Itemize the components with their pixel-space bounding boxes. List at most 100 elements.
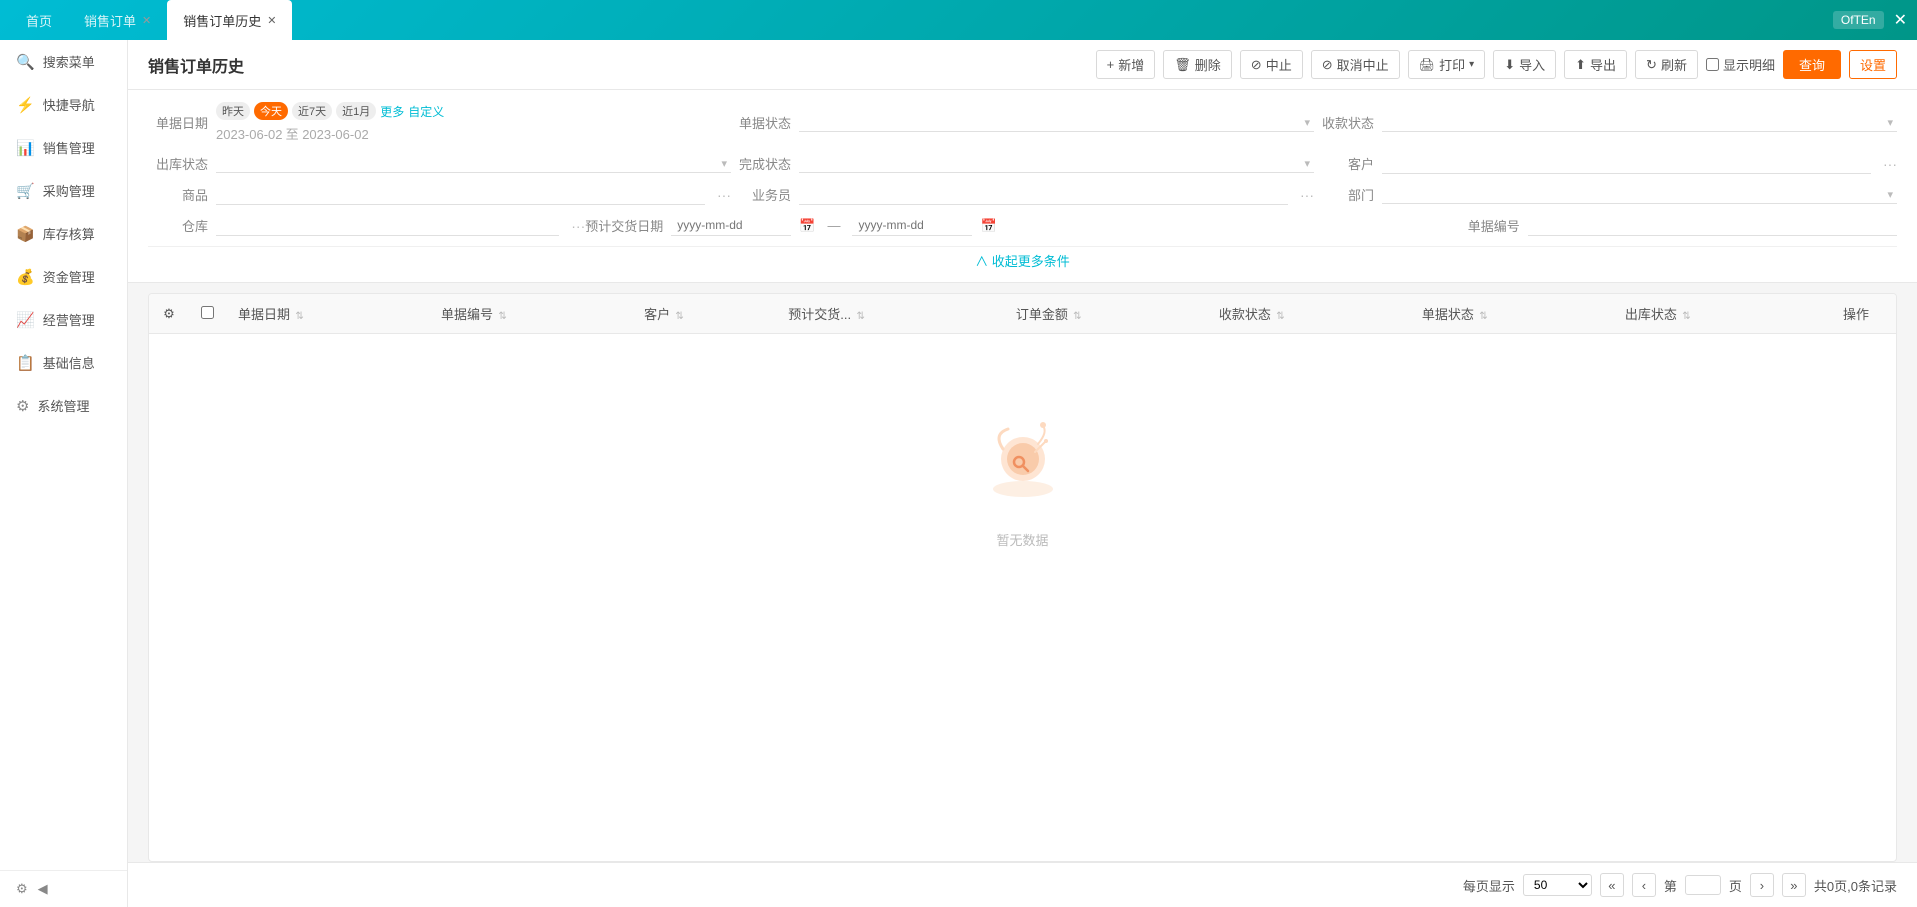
sidebar-item-finance[interactable]: 💰 资金管理 [0,255,127,298]
complete-status-down-icon: ▾ [1304,157,1310,170]
tab-sales-order-close[interactable]: ✕ [142,14,151,27]
th-customer: 客户 ⇅ [632,294,776,334]
filter-dept-select[interactable]: ▾ [1382,186,1897,204]
salesperson-dots-btn[interactable]: ··· [1300,187,1314,203]
current-page-input[interactable]: 1 [1685,875,1721,895]
print-button[interactable]: 🖨 打印 ▾ [1408,50,1486,79]
bill-status-down-icon: ▾ [1304,116,1310,129]
sidebar-item-inventory[interactable]: 📦 库存核算 [0,212,127,255]
delivery-start-cal-icon[interactable]: 📅 [799,218,815,234]
display-cols-toggle[interactable]: 显示明细 [1706,55,1775,74]
date-today[interactable]: 今天 [254,102,288,120]
new-button[interactable]: + 新增 [1096,50,1156,79]
sidebar-item-system-mgmt[interactable]: ⚙ 系统管理 [0,384,127,427]
page-size-select[interactable]: 20 50 100 [1523,874,1592,896]
th-out-status-label: 出库状态 [1625,307,1677,322]
last-page-button[interactable]: » [1782,873,1806,897]
filter-delivery-start-input[interactable] [671,215,791,236]
filter-customer-input[interactable] [1382,153,1871,174]
th-settings[interactable]: ⚙ [149,294,189,334]
sidebar-item-basic-info[interactable]: 📋 基础信息 [0,341,127,384]
filter-salesperson-input[interactable] [799,184,1288,205]
th-bill-status-sort-icon[interactable]: ⇅ [1479,311,1487,322]
date-custom[interactable]: 自定义 [408,103,444,120]
filter-receipt-status-item: 收款状态 ▾ [1314,113,1897,132]
tab-sales-order-history[interactable]: 销售订单历史 ✕ [167,0,292,40]
warehouse-dots-btn[interactable]: ··· [571,218,585,234]
tab-sales-order-history-close[interactable]: ✕ [267,14,276,27]
delete-icon: 🗑 [1174,57,1191,73]
filter-complete-status-select[interactable]: ▾ [799,155,1314,173]
filter-delivery-end-input[interactable] [852,215,972,236]
delete-button[interactable]: 🗑 删除 [1163,50,1232,79]
th-delivery-sort-icon[interactable]: ⇅ [856,311,864,322]
tab-sales-order[interactable]: 销售订单 ✕ [68,0,167,40]
sidebar-item-purchase-mgmt[interactable]: 🛒 采购管理 [0,169,127,212]
refresh-button[interactable]: ↻ 刷新 [1635,50,1698,79]
display-cols-checkbox[interactable] [1706,58,1719,71]
th-date-sort-icon[interactable]: ⇅ [295,311,303,322]
toolbar: + 新增 🗑 删除 ⊘ 中止 ⊘ 取消中止 🖨 打印 [1096,50,1897,79]
filter-warehouse-input[interactable] [216,215,559,236]
filter-date-label: 单据日期 [148,113,208,132]
filter-receipt-status-select[interactable]: ▾ [1382,114,1897,132]
print-label: 打印 [1439,55,1465,74]
filter-complete-status-item: 完成状态 ▾ [731,154,1314,173]
date-yesterday[interactable]: 昨天 [216,102,250,120]
basic-info-icon: 📋 [16,354,35,372]
stop-button[interactable]: ⊘ 中止 [1240,50,1303,79]
topbar-close-icon[interactable]: ✕ [1894,10,1907,30]
th-no-sort-icon[interactable]: ⇅ [498,311,506,322]
filter-customer-label: 客户 [1314,154,1374,173]
sidebar-settings-icon[interactable]: ⚙ [16,881,28,897]
date-more[interactable]: 更多 [380,103,404,120]
tab-home[interactable]: 首页 [10,0,68,40]
filter-row-2: 出库状态 ▾ 完成状态 ▾ 客户 ··· [148,153,1897,174]
filter-complete-status-label: 完成状态 [731,154,791,173]
import-label: 导入 [1519,55,1545,74]
collapse-row[interactable]: ∧ 收起更多条件 [148,246,1897,270]
th-amount-sort-icon[interactable]: ⇅ [1073,311,1081,322]
sidebar-collapse-icon[interactable]: ◀ [38,881,48,897]
th-customer-sort-icon[interactable]: ⇅ [675,311,683,322]
th-operation: 操作 [1816,294,1896,334]
settings-button[interactable]: 设置 [1849,50,1897,79]
prev-page-button[interactable]: ‹ [1632,873,1656,897]
filter-goods-input[interactable] [216,184,705,205]
query-button[interactable]: 查询 [1783,50,1841,79]
th-customer-label: 客户 [644,307,670,322]
select-all-checkbox[interactable] [201,306,214,319]
filter-bill-no-input[interactable] [1528,215,1897,236]
sidebar-item-inventory-label: 库存核算 [43,224,95,243]
first-page-icon: « [1608,878,1615,893]
filter-out-status-select[interactable]: ▾ [216,155,731,173]
th-bill-status: 单据状态 ⇅ [1410,294,1613,334]
import-button[interactable]: ⬇ 导入 [1493,50,1556,79]
date-1month[interactable]: 近1月 [336,102,376,120]
filter-delivery-item: 预计交货日期 📅 — 📅 [585,215,1460,236]
date-7days[interactable]: 近7天 [292,102,332,120]
sidebar-item-quick-nav[interactable]: ⚡ 快捷导航 [0,83,127,126]
delivery-end-cal-icon[interactable]: 📅 [980,218,996,234]
sidebar-item-search-menu[interactable]: 🔍 搜索菜单 [0,40,127,83]
next-page-button[interactable]: › [1750,873,1774,897]
display-cols-label: 显示明细 [1723,55,1775,74]
sidebar-item-operations[interactable]: 📈 经营管理 [0,298,127,341]
th-checkbox[interactable] [189,294,226,334]
filter-receipt-status-label: 收款状态 [1314,113,1374,132]
goods-dots-btn[interactable]: ··· [717,187,731,203]
page-title: 销售订单历史 [148,53,244,77]
cancel-stop-button[interactable]: ⊘ 取消中止 [1311,50,1400,79]
first-page-button[interactable]: « [1600,873,1624,897]
delivery-date-dash: — [827,218,840,233]
filter-out-status-label: 出库状态 [148,154,208,173]
export-button[interactable]: ⬆ 导出 [1564,50,1627,79]
th-receipt-status-sort-icon[interactable]: ⇅ [1276,311,1284,322]
filter-bill-status-select[interactable]: ▾ [799,114,1314,132]
sidebar-item-search-menu-label: 搜索菜单 [43,52,95,71]
th-out-status-sort-icon[interactable]: ⇅ [1682,311,1690,322]
table-settings-icon[interactable]: ⚙ [163,306,175,321]
sidebar-item-quick-nav-label: 快捷导航 [43,95,95,114]
sidebar-item-sales-mgmt[interactable]: 📊 销售管理 [0,126,127,169]
customer-dots-btn[interactable]: ··· [1883,156,1897,172]
